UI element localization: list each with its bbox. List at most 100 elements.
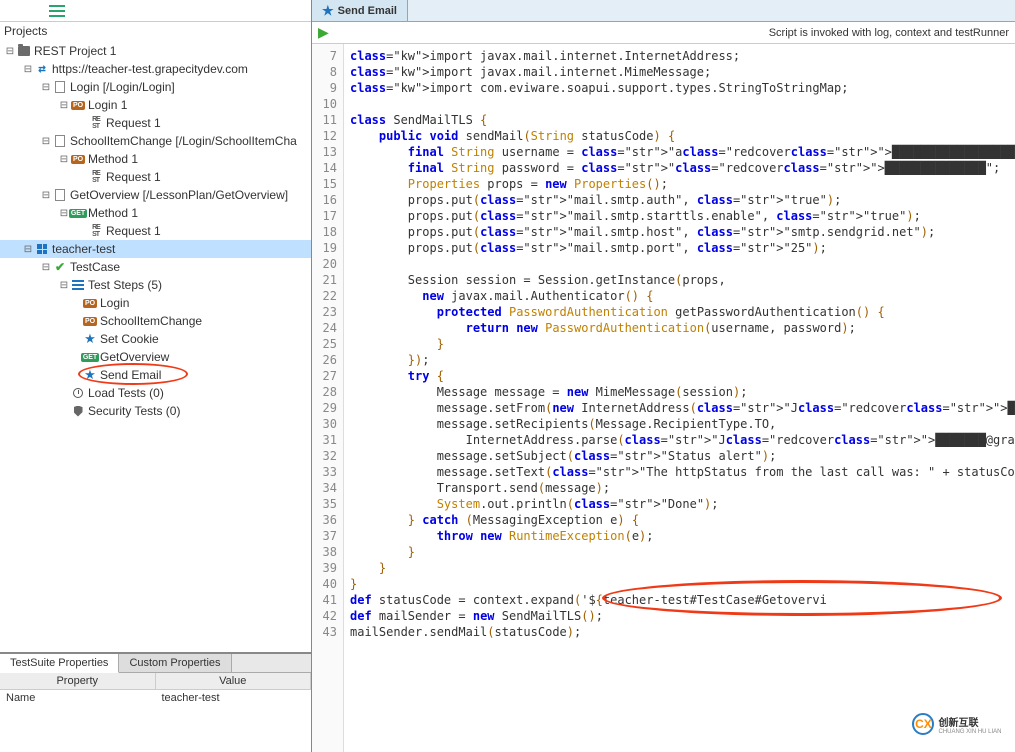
- tree-label: REST Project 1: [34, 44, 116, 58]
- tree-label: SchoolItemChange [/Login/SchoolItemCha: [70, 134, 297, 148]
- collapse-icon[interactable]: ⊟: [40, 82, 52, 93]
- tree-label: https://teacher-test.grapecitydev.com: [52, 62, 248, 76]
- watermark-logo: CX 创新互联 CHUANG XIN HU LIAN: [907, 704, 1007, 744]
- tree-resource-school[interactable]: ⊟ SchoolItemChange [/Login/SchoolItemCha: [0, 132, 311, 150]
- tree-request[interactable]: REST Request 1: [0, 114, 311, 132]
- request-icon: REST: [92, 224, 100, 238]
- collapse-icon[interactable]: ⊟: [22, 244, 34, 255]
- property-value: teacher-test: [156, 690, 312, 706]
- code-editor[interactable]: 7 8 9 10 11 12 13 14 15 16 17 18 19 20 2…: [312, 44, 1015, 752]
- property-row[interactable]: Name teacher-test: [0, 690, 311, 706]
- tree-label: Security Tests (0): [88, 404, 180, 418]
- get-icon: GET: [69, 209, 87, 218]
- tree-loadtests[interactable]: Load Tests (0): [0, 384, 311, 402]
- tab-testsuite-properties[interactable]: TestSuite Properties: [0, 654, 119, 673]
- clock-icon: [73, 388, 83, 398]
- tree-securitytests[interactable]: Security Tests (0): [0, 402, 311, 420]
- logo-icon: CX: [912, 713, 934, 735]
- project-tree[interactable]: ⊟ REST Project 1 ⊟ ⇄ https://teacher-tes…: [0, 40, 311, 652]
- tree-request[interactable]: REST Request 1: [0, 168, 311, 186]
- steps-icon: [72, 280, 84, 290]
- tree-testcase[interactable]: ⊟ ✔ TestCase: [0, 258, 311, 276]
- collapse-icon[interactable]: ⊟: [40, 262, 52, 273]
- tree-label: Login [/Login/Login]: [70, 80, 175, 94]
- tree-label: Login: [100, 296, 129, 310]
- tree-label: GetOverview [/LessonPlan/GetOverview]: [70, 188, 288, 202]
- rest-icon: ⇄: [38, 64, 46, 75]
- logo-text: 创新互联 CHUANG XIN HU LIAN: [938, 714, 1001, 735]
- tree-step-overview[interactable]: GET GetOverview: [0, 348, 311, 366]
- tree-label: Send Email: [100, 368, 161, 382]
- run-button[interactable]: ▶: [318, 24, 329, 41]
- tree-step-school[interactable]: PO SchoolItemChange: [0, 312, 311, 330]
- tree-resource-login[interactable]: ⊟ Login [/Login/Login]: [0, 78, 311, 96]
- property-name: Name: [0, 690, 156, 706]
- tree-project-root[interactable]: ⊟ REST Project 1: [0, 42, 311, 60]
- tree-teststeps[interactable]: ⊟ Test Steps (5): [0, 276, 311, 294]
- tree-service[interactable]: ⊟ ⇄ https://teacher-test.grapecitydev.co…: [0, 60, 311, 78]
- tree-request[interactable]: REST Request 1: [0, 222, 311, 240]
- tree-label: Load Tests (0): [88, 386, 164, 400]
- collapse-icon[interactable]: ⊟: [22, 64, 34, 75]
- collapse-icon[interactable]: ⊟: [40, 190, 52, 201]
- tree-method-school[interactable]: ⊟ PO Method 1: [0, 150, 311, 168]
- get-icon: GET: [81, 353, 99, 362]
- collapse-icon[interactable]: ⊟: [40, 136, 52, 147]
- file-icon: [55, 81, 65, 93]
- tab-custom-properties[interactable]: Custom Properties: [119, 654, 231, 672]
- request-icon: REST: [92, 116, 100, 130]
- project-navigator: Projects ⊟ REST Project 1 ⊟ ⇄ https://te…: [0, 0, 312, 752]
- file-icon: [55, 135, 65, 147]
- property-tabs: TestSuite Properties Custom Properties: [0, 654, 311, 673]
- request-icon: REST: [92, 170, 100, 184]
- tree-label: TestCase: [70, 260, 120, 274]
- tree-label: Method 1: [88, 206, 138, 220]
- folder-icon: [18, 46, 30, 56]
- editor-tab-sendemail[interactable]: ★ Send Email: [312, 0, 408, 21]
- tree-label: Request 1: [106, 170, 161, 184]
- col-property: Property: [0, 673, 156, 689]
- collapse-icon[interactable]: ⊟: [58, 100, 70, 111]
- tree-step-sendemail[interactable]: ★ Send Email: [0, 366, 311, 384]
- tree-method-login[interactable]: ⊟ PO Login 1: [0, 96, 311, 114]
- tree-testsuite[interactable]: ⊟ teacher-test: [0, 240, 311, 258]
- tree-label: teacher-test: [52, 242, 115, 256]
- tree-label: Method 1: [88, 152, 138, 166]
- tree-label: GetOverview: [100, 350, 169, 364]
- tree-label: SchoolItemChange: [100, 314, 202, 328]
- check-icon: ✔: [55, 260, 65, 274]
- star-icon: ★: [84, 367, 96, 383]
- collapse-icon[interactable]: ⊟: [4, 46, 16, 57]
- property-table-header: Property Value: [0, 673, 311, 690]
- testsuite-icon: [37, 244, 47, 254]
- tab-label: Send Email: [338, 5, 397, 17]
- star-icon: ★: [84, 331, 96, 347]
- tree-label: Login 1: [88, 98, 127, 112]
- collapse-icon[interactable]: ⊟: [58, 154, 70, 165]
- script-info-label: Script is invoked with log, context and …: [769, 27, 1009, 39]
- projects-label: Projects: [0, 22, 311, 40]
- post-icon: PO: [83, 317, 97, 326]
- tree-label: Test Steps (5): [88, 278, 162, 292]
- properties-pane: TestSuite Properties Custom Properties P…: [0, 652, 311, 752]
- post-icon: PO: [83, 299, 97, 308]
- line-gutter: 7 8 9 10 11 12 13 14 15 16 17 18 19 20 2…: [312, 44, 344, 752]
- tree-label: Request 1: [106, 224, 161, 238]
- code-content[interactable]: class="kw">import javax.mail.internet.In…: [344, 44, 1015, 752]
- tree-method-overview[interactable]: ⊟ GET Method 1: [0, 204, 311, 222]
- shield-icon: [74, 406, 83, 417]
- tree-label: Request 1: [106, 116, 161, 130]
- menu-icon[interactable]: [49, 5, 65, 17]
- editor-panel: ★ Send Email ▶ Script is invoked with lo…: [312, 0, 1015, 752]
- post-icon: PO: [71, 101, 85, 110]
- file-icon: [55, 189, 65, 201]
- collapse-icon[interactable]: ⊟: [58, 280, 70, 291]
- run-toolbar: ▶ Script is invoked with log, context an…: [312, 22, 1015, 44]
- tree-label: Set Cookie: [100, 332, 159, 346]
- editor-tab-bar: ★ Send Email: [312, 0, 1015, 22]
- tree-step-login[interactable]: PO Login: [0, 294, 311, 312]
- tree-resource-overview[interactable]: ⊟ GetOverview [/LessonPlan/GetOverview]: [0, 186, 311, 204]
- tree-step-cookie[interactable]: ★ Set Cookie: [0, 330, 311, 348]
- col-value: Value: [156, 673, 312, 689]
- navigator-header: [0, 0, 311, 22]
